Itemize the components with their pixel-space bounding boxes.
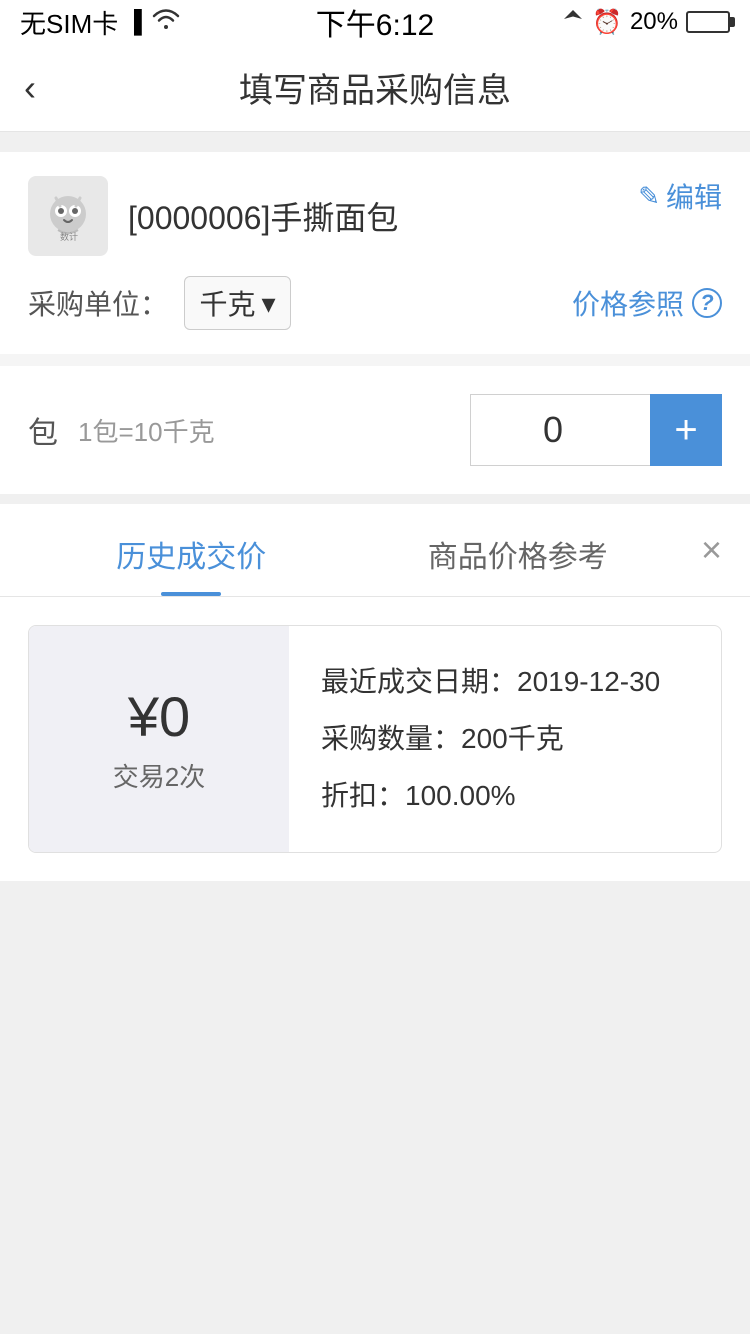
date-row: 最近成交日期：2019-12-30 [321, 662, 689, 701]
unit-label: 采购单位： [28, 289, 168, 320]
alarm-icon: ⏰ [592, 8, 622, 37]
location-icon [562, 8, 584, 37]
product-unit-row: 采购单位： 千克 ▾ 价格参照 ? [28, 276, 722, 330]
status-left: 无SIM卡 ▐ [20, 4, 181, 41]
svg-text:数计: 数计 [60, 231, 78, 242]
product-left: 数计 [0000006]手撕面包 [28, 176, 398, 256]
unit-select[interactable]: 千克 ▾ [184, 276, 290, 330]
signal-icon: ▐ [126, 9, 143, 35]
status-right: ⏰ 20% [562, 8, 730, 37]
wifi-icon [151, 7, 181, 38]
price-amount: ¥0 [128, 684, 190, 749]
price-right-panel: 最近成交日期：2019-12-30 采购数量：200千克 折扣：100.00% [289, 626, 721, 852]
status-bar: 无SIM卡 ▐ 下午6:12 ⏰ 20% [0, 0, 750, 44]
product-logo: 数计 [28, 176, 108, 256]
price-transactions: 交易2次 [113, 757, 205, 794]
back-button[interactable]: ‹ [24, 67, 36, 109]
quantity-row-detail: 采购数量：200千克 [321, 719, 689, 758]
price-card: ¥0 交易2次 最近成交日期：2019-12-30 采购数量：200千克 折扣：… [28, 625, 722, 853]
package-conversion: 1包=10千克 [78, 412, 450, 449]
tab-close-button[interactable]: × [681, 509, 722, 591]
product-name: [0000006]手撕面包 [128, 193, 398, 239]
main-content: 历史成交价 商品价格参考 × ¥0 交易2次 最近成交日期：2019-12-30 [0, 504, 750, 1204]
unit-label-group: 采购单位： 千克 ▾ [28, 276, 291, 330]
product-header: 数计 [0000006]手撕面包 ✎ 编辑 [28, 176, 722, 256]
quantity-row: 包 1包=10千克 + [0, 366, 750, 494]
tab-price-reference[interactable]: 商品价格参考 [354, 504, 680, 596]
info-icon: ? [692, 288, 722, 318]
tabs-section: 历史成交价 商品价格参考 × ¥0 交易2次 最近成交日期：2019-12-30 [0, 504, 750, 881]
quantity-control: + [470, 394, 722, 466]
dropdown-arrow-icon: ▾ [261, 287, 275, 320]
page-title: 填写商品采购信息 [239, 63, 511, 112]
edit-icon: ✎ [638, 181, 660, 212]
carrier-text: 无SIM卡 [20, 4, 118, 41]
price-ref-button[interactable]: 价格参照 ? [572, 283, 722, 323]
quantity-input[interactable] [470, 394, 650, 466]
tabs-header: 历史成交价 商品价格参考 × [0, 504, 750, 597]
edit-button[interactable]: ✎ 编辑 [638, 176, 722, 216]
tab-history-price[interactable]: 历史成交价 [28, 504, 354, 596]
product-section: 数计 [0000006]手撕面包 ✎ 编辑 采购单位： 千克 ▾ 价格参照 ? [0, 152, 750, 354]
nav-bar: ‹ 填写商品采购信息 [0, 44, 750, 132]
battery-icon [686, 11, 730, 33]
battery-percent: 20% [630, 8, 678, 36]
section-divider [0, 354, 750, 366]
discount-row: 折扣：100.00% [321, 776, 689, 815]
price-left-panel: ¥0 交易2次 [29, 626, 289, 852]
card-container: ¥0 交易2次 最近成交日期：2019-12-30 采购数量：200千克 折扣：… [0, 597, 750, 881]
package-label: 包 [28, 408, 58, 452]
status-time: 下午6:12 [316, 0, 434, 44]
quantity-plus-button[interactable]: + [650, 394, 722, 466]
